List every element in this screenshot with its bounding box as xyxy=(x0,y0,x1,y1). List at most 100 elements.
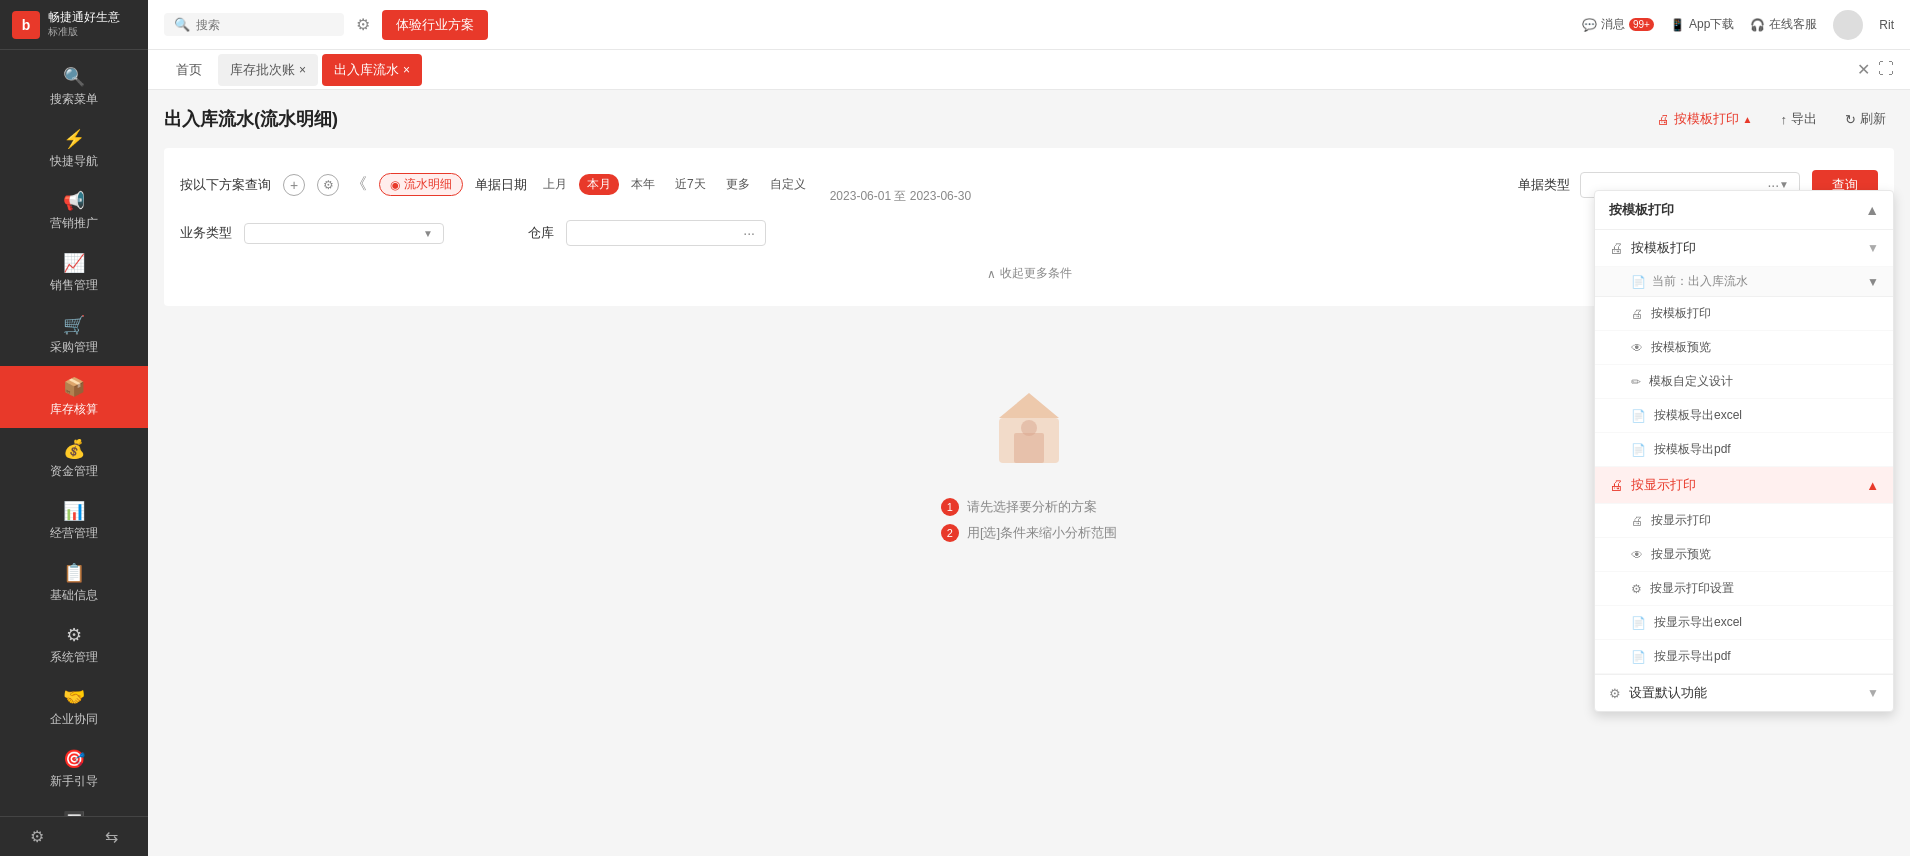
page-title: 出入库流水(流水明细) xyxy=(164,107,338,131)
doc-type-label: 单据类型 xyxy=(1518,176,1570,194)
headset-icon: 🎧 xyxy=(1750,18,1765,32)
filter-tag-flow-detail[interactable]: ◉ 流水明细 xyxy=(379,173,463,196)
set-default-footer[interactable]: ⚙ 设置默认功能 ▼ xyxy=(1595,674,1893,711)
sales-icon: 📈 xyxy=(63,252,85,274)
message-btn[interactable]: 💬 消息 99+ xyxy=(1582,16,1654,33)
settings-icon[interactable]: ⚙ xyxy=(356,15,370,34)
sidebar-item-search[interactable]: 🔍 搜索菜单 xyxy=(0,56,148,118)
date-opt-current-year[interactable]: 本年 xyxy=(623,174,663,195)
sidebar-item-quick-nav[interactable]: ⚡ 快捷导航 xyxy=(0,118,148,180)
display-print-item[interactable]: 🖨 按显示打印 xyxy=(1595,504,1893,538)
app-logo: b 畅捷通好生意 标准版 xyxy=(0,0,148,50)
warehouse-more-icon[interactable]: ··· xyxy=(743,225,755,241)
empty-steps: 1 请先选择要分析的方案 2 用[选]条件来缩小分析范围 xyxy=(941,498,1117,550)
current-icon: 📄 xyxy=(1631,275,1646,289)
app-download-btn[interactable]: 📱 App下载 xyxy=(1670,16,1734,33)
display-print-group-header[interactable]: 🖨 按显示打印 ▲ xyxy=(1595,467,1893,504)
marketing-icon: 📢 xyxy=(63,190,85,212)
tab-flow-close[interactable]: × xyxy=(403,63,410,77)
template-print-section: 🖨 按模板打印 ▼ 📄 当前：出入库流水 ▼ 🖨 按模板打印 xyxy=(1595,230,1893,467)
date-opt-custom[interactable]: 自定义 xyxy=(762,174,814,195)
sidebar-item-enterprise[interactable]: 🤝 企业协同 xyxy=(0,676,148,738)
sidebar-item-finance[interactable]: 💰 资金管理 xyxy=(0,428,148,490)
template-print-item[interactable]: 🖨 按模板打印 xyxy=(1595,297,1893,331)
display-export-excel-item[interactable]: 📄 按显示导出excel xyxy=(1595,606,1893,640)
sidebar-item-label: 快捷导航 xyxy=(50,153,98,170)
search-box[interactable]: 🔍 xyxy=(164,13,344,36)
sidebar-item-guide[interactable]: 🎯 新手引导 xyxy=(0,738,148,800)
sidebar-item-marketing[interactable]: 📢 营销推广 xyxy=(0,180,148,242)
close-tab-icon[interactable]: ✕ xyxy=(1857,60,1870,79)
online-service-btn[interactable]: 🎧 在线客服 xyxy=(1750,16,1817,33)
tab-home[interactable]: 首页 xyxy=(164,54,214,86)
step-1-num: 1 xyxy=(941,498,959,516)
tab-batch-account-close[interactable]: × xyxy=(299,63,306,77)
page-title-bar: 出入库流水(流水明细) 🖨 按模板打印 ▲ ↑ 导出 ↻ 刷新 xyxy=(164,106,1894,132)
sidebar-item-label: 采购管理 xyxy=(50,339,98,356)
display-export-pdf-item[interactable]: 📄 按显示导出pdf xyxy=(1595,640,1893,674)
sidebar-item-label: 营销推广 xyxy=(50,215,98,232)
sidebar-item-sales[interactable]: 📈 销售管理 xyxy=(0,242,148,304)
phone-icon: 📱 xyxy=(1670,18,1685,32)
sidebar-nav: 🔍 搜索菜单 ⚡ 快捷导航 📢 营销推广 📈 销售管理 🛒 采购管理 📦 库存核… xyxy=(0,50,148,816)
maximize-icon[interactable]: ⛶ xyxy=(1878,60,1894,79)
tabs-bar: 首页 库存批次账 × 出入库流水 × ✕ ⛶ xyxy=(148,50,1910,90)
username[interactable]: Rit xyxy=(1879,18,1894,32)
printer-sub-icon: 🖨 xyxy=(1631,307,1643,321)
date-opt-last-month[interactable]: 上月 xyxy=(535,174,575,195)
template-export-excel-item[interactable]: 📄 按模板导出excel xyxy=(1595,399,1893,433)
date-opt-last-7-days[interactable]: 近7天 xyxy=(667,174,714,195)
date-opt-current-month[interactable]: 本月 xyxy=(579,174,619,195)
step-2-num: 2 xyxy=(941,524,959,542)
template-print-header[interactable]: 🖨 按模板打印 ▼ xyxy=(1595,230,1893,267)
template-preview-item[interactable]: 👁 按模板预览 xyxy=(1595,331,1893,365)
template-print-label: 按模板打印 xyxy=(1631,239,1696,257)
filter-collapse-icon[interactable]: 《 xyxy=(351,174,367,195)
display-print-settings-item[interactable]: ⚙ 按显示打印设置 xyxy=(1595,572,1893,606)
tabs-right-actions: ✕ ⛶ xyxy=(1857,60,1894,79)
empty-illustration xyxy=(979,378,1079,478)
sidebar-item-label: 搜索菜单 xyxy=(50,91,98,108)
step-1-text: 请先选择要分析的方案 xyxy=(967,498,1097,516)
sidebar-item-basic[interactable]: 📋 基础信息 xyxy=(0,552,148,614)
settings-bottom-icon[interactable]: ⚙ xyxy=(30,827,44,846)
operations-icon: 📊 xyxy=(63,500,85,522)
sidebar-item-inventory[interactable]: 📦 库存核算 xyxy=(0,366,148,428)
sidebar-item-system[interactable]: ⚙ 系统管理 xyxy=(0,614,148,676)
sidebar-item-apps[interactable]: 🔲 应用中心 xyxy=(0,800,148,816)
trial-button[interactable]: 体验行业方案 xyxy=(382,10,488,40)
warehouse-input[interactable]: ··· xyxy=(566,220,766,246)
date-opt-more[interactable]: 更多 xyxy=(718,174,758,195)
tab-home-label: 首页 xyxy=(176,61,202,79)
export-icon: ↑ xyxy=(1781,112,1788,127)
quick-nav-icon: ⚡ xyxy=(63,128,85,150)
filter-settings-button[interactable]: ⚙ xyxy=(317,174,339,196)
printer-section-icon: 🖨 xyxy=(1609,240,1623,256)
display-preview-item[interactable]: 👁 按显示预览 xyxy=(1595,538,1893,572)
sidebar-item-operations[interactable]: 📊 经营管理 xyxy=(0,490,148,552)
sidebar-item-label: 系统管理 xyxy=(50,649,98,666)
svg-marker-1 xyxy=(999,393,1059,418)
sidebar-item-label: 销售管理 xyxy=(50,277,98,294)
dropdown-up-icon[interactable]: ▲ xyxy=(1865,202,1879,218)
avatar[interactable] xyxy=(1833,10,1863,40)
svg-point-3 xyxy=(1021,420,1037,436)
enterprise-icon: 🤝 xyxy=(63,686,85,708)
sidebar-item-label: 新手引导 xyxy=(50,773,98,790)
filter-add-button[interactable]: + xyxy=(283,174,305,196)
tab-flow[interactable]: 出入库流水 × xyxy=(322,54,422,86)
template-custom-item[interactable]: ✏ 模板自定义设计 xyxy=(1595,365,1893,399)
warehouse-label: 仓库 xyxy=(528,224,554,242)
biz-type-select[interactable]: ▼ xyxy=(244,223,444,244)
tab-batch-account[interactable]: 库存批次账 × xyxy=(218,54,318,86)
search-icon: 🔍 xyxy=(63,66,85,88)
print-template-button[interactable]: 🖨 按模板打印 ▲ xyxy=(1649,106,1761,132)
display-pdf-icon: 📄 xyxy=(1631,650,1646,664)
sidebar-item-purchase[interactable]: 🛒 采购管理 xyxy=(0,304,148,366)
search-input[interactable] xyxy=(196,18,316,32)
refresh-button[interactable]: ↻ 刷新 xyxy=(1837,106,1894,132)
collapse-sidebar-icon[interactable]: ⇆ xyxy=(105,827,118,846)
export-button[interactable]: ↑ 导出 xyxy=(1773,106,1826,132)
template-export-pdf-item[interactable]: 📄 按模板导出pdf xyxy=(1595,433,1893,467)
purchase-icon: 🛒 xyxy=(63,314,85,336)
